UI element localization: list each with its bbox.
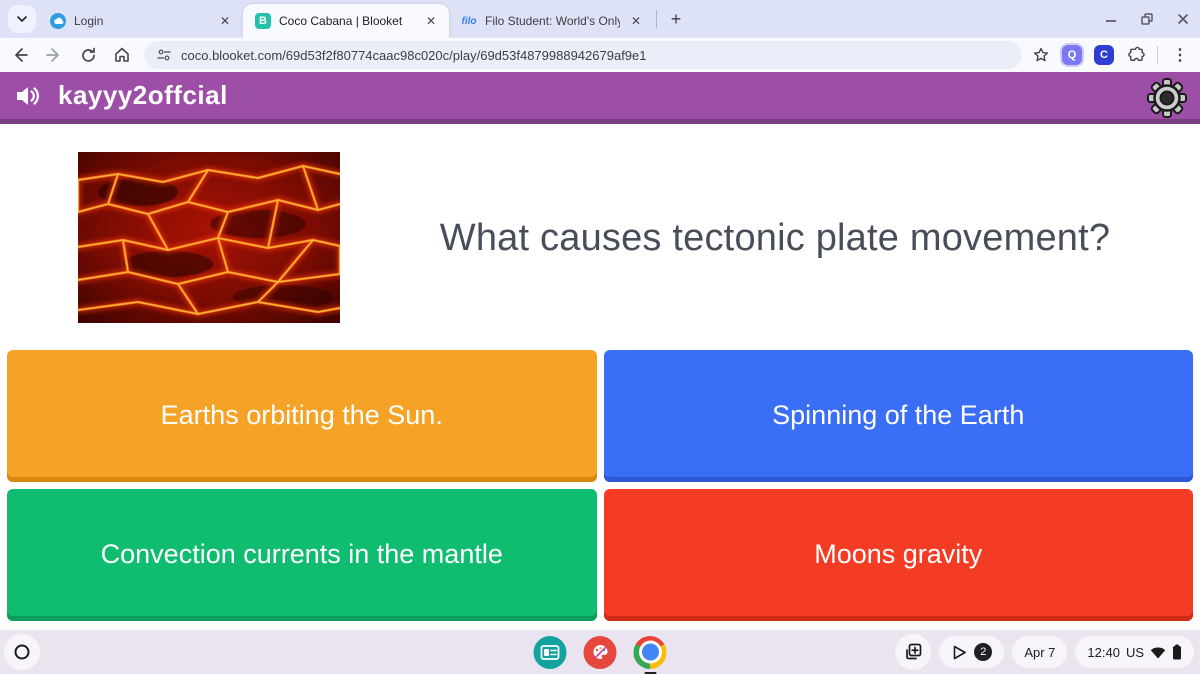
answer-button-3[interactable]: Convection currents in the mantle — [7, 489, 597, 621]
date-text: Apr 7 — [1024, 644, 1056, 660]
home-icon — [115, 47, 129, 62]
answer-label: Convection currents in the mantle — [100, 539, 503, 570]
tab-title: Filo Student: World's Only Live — [485, 14, 620, 28]
extension-c-button[interactable]: C — [1094, 45, 1114, 65]
filo-logo-icon: filo — [461, 15, 477, 27]
active-app-indicator — [644, 671, 656, 674]
browser-toolbar: coco.blooket.com/69d53f2f80774caac98c020… — [0, 38, 1200, 72]
answer-label: Spinning of the Earth — [772, 400, 1025, 431]
answer-grid: Earths orbiting the Sun. Spinning of the… — [7, 350, 1193, 621]
back-button[interactable] — [6, 41, 34, 69]
chrome-app-button[interactable] — [633, 635, 667, 674]
battery-icon — [1173, 644, 1181, 660]
play-store-icon — [954, 645, 967, 659]
game-header: kayyy2offcial — [0, 72, 1200, 124]
new-tab-button[interactable]: + — [663, 6, 689, 32]
tab-title: Coco Cabana | Blooket — [279, 14, 403, 28]
shelf-apps — [533, 630, 667, 674]
status-tray-button[interactable]: 12:40 US — [1075, 636, 1194, 668]
launcher-icon — [14, 644, 30, 660]
question-text: What causes tectonic plate movement? — [439, 216, 1111, 259]
answer-button-1[interactable]: Earths orbiting the Sun. — [7, 350, 597, 482]
minimize-button[interactable] — [1104, 12, 1118, 26]
chromeos-shelf: 2 Apr 7 12:40 US — [0, 630, 1200, 674]
volume-icon[interactable] — [14, 82, 44, 110]
window-controls — [1104, 0, 1190, 38]
card-app-button[interactable] — [533, 635, 567, 669]
question-screen: What causes tectonic plate movement? Ear… — [0, 124, 1200, 630]
restore-button[interactable] — [1140, 12, 1154, 26]
tab-search-button[interactable] — [8, 5, 36, 33]
back-icon — [15, 48, 28, 62]
forward-icon — [46, 48, 59, 62]
blooket-b-icon: B — [255, 13, 271, 29]
tab-filo[interactable]: filo Filo Student: World's Only Live ✕ — [449, 4, 654, 38]
url-text: coco.blooket.com/69d53f2f80774caac98c020… — [181, 47, 647, 63]
answer-label: Earths orbiting the Sun. — [160, 400, 443, 431]
toolbar-actions: Q C ⋮ — [1032, 45, 1190, 65]
extension-q-button[interactable]: Q — [1062, 45, 1082, 65]
answer-button-2[interactable]: Spinning of the Earth — [603, 350, 1193, 482]
site-settings-icon[interactable] — [156, 47, 172, 63]
address-bar[interactable]: coco.blooket.com/69d53f2f80774caac98c020… — [144, 41, 1022, 69]
close-button[interactable] — [1176, 12, 1190, 26]
bookmark-star-button[interactable] — [1032, 46, 1050, 64]
launcher-button[interactable] — [4, 634, 40, 670]
reload-button[interactable] — [74, 41, 102, 69]
toolbar-divider — [1157, 46, 1158, 64]
tab-close-button[interactable]: ✕ — [423, 13, 439, 29]
screen: Login ✕ B Coco Cabana | Blooket ✕ filo F… — [0, 0, 1200, 674]
extensions-puzzle-button[interactable] — [1126, 46, 1145, 65]
tab-divider — [656, 10, 657, 28]
answer-label: Moons gravity — [814, 539, 983, 570]
tab-close-button[interactable]: ✕ — [628, 13, 644, 29]
tab-strip: Login ✕ B Coco Cabana | Blooket ✕ filo F… — [0, 0, 1200, 38]
wifi-icon — [1150, 647, 1166, 658]
forward-button[interactable] — [40, 41, 68, 69]
clock-text: 12:40 — [1087, 644, 1120, 660]
date-button[interactable]: Apr 7 — [1012, 636, 1068, 668]
notifications-button[interactable]: 2 — [939, 636, 1005, 668]
reload-icon — [81, 47, 95, 62]
cloud-icon — [50, 13, 66, 29]
tab-blooket-active[interactable]: B Coco Cabana | Blooket ✕ — [243, 4, 449, 38]
settings-gear-button[interactable] — [1144, 75, 1190, 121]
notification-count-badge: 2 — [974, 643, 993, 661]
tab-close-button[interactable]: ✕ — [217, 13, 233, 29]
palette-icon — [593, 645, 608, 659]
desks-button[interactable] — [895, 634, 932, 670]
tab-title: Login — [74, 14, 104, 28]
status-area: 2 Apr 7 12:40 US — [895, 634, 1194, 670]
keyboard-layout: US — [1125, 644, 1144, 660]
canvas-app-button[interactable] — [583, 635, 617, 669]
answer-button-4[interactable]: Moons gravity — [603, 489, 1193, 621]
desks-icon — [906, 643, 922, 660]
browser-menu-button[interactable]: ⋮ — [1170, 45, 1190, 65]
card-icon — [540, 644, 560, 660]
chevron-down-icon — [17, 16, 27, 23]
tab-login[interactable]: Login ✕ — [38, 4, 243, 38]
home-button[interactable] — [108, 41, 136, 69]
chrome-icon — [633, 635, 667, 669]
question-image — [78, 152, 340, 323]
player-name: kayyy2offcial — [58, 80, 228, 110]
